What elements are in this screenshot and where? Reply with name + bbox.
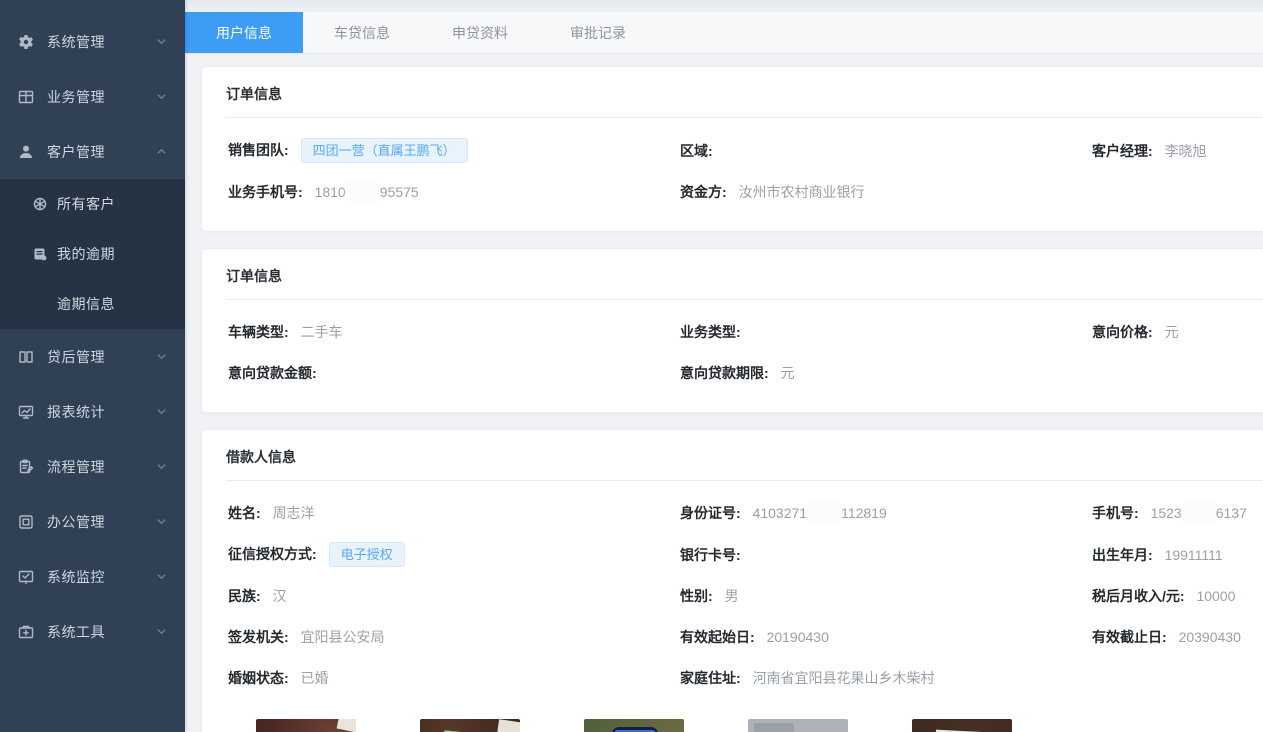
business-type-field: 业务类型: (680, 322, 1092, 342)
card-title: 借款人信息 (226, 430, 1263, 481)
account-manager-field: 客户经理: 李晓旭 (1092, 141, 1263, 161)
sales-team-field: 销售团队: 四团一营（直属王鹏飞） (228, 138, 680, 163)
gear-icon (18, 34, 34, 50)
sidebar-item-label: 客户管理 (47, 142, 156, 162)
privacy-blur-patch (1184, 505, 1214, 520)
intent-loan-amount-field: 意向贷款金额: (228, 363, 680, 383)
chevron-down-icon (156, 516, 167, 527)
overdue-doc-icon (33, 247, 47, 261)
household-register-photo[interactable] (420, 719, 520, 732)
sidebar-item-report-stats[interactable]: 报表统计 (0, 384, 185, 439)
sidebar-item-label: 业务管理 (47, 87, 156, 107)
sidebar-item-label: 系统工具 (47, 622, 156, 642)
card-title: 订单信息 (226, 249, 1263, 300)
valid-from-field: 有效起始日: 20190430 (680, 627, 1092, 647)
sidebar-item-label: 逾期信息 (57, 294, 167, 314)
document-photos-row: 身份证照 户口本照片 授权二维码 (228, 707, 1263, 732)
book-icon (18, 349, 34, 365)
credit-auth-tag: 电子授权 (329, 542, 405, 567)
business-phone-field: 业务手机号: 181095575 (228, 182, 680, 202)
mobile-field: 手机号: 15236137 (1092, 503, 1263, 523)
tab-user-info[interactable]: 用户信息 (185, 12, 303, 53)
monthly-income-field: 税后月收入/元: 10000 (1092, 586, 1263, 606)
sales-team-tag[interactable]: 四团一营（直属王鹏飞） (301, 138, 468, 163)
sidebar-item-office-mgmt[interactable]: 办公管理 (0, 494, 185, 549)
detail-tabbar: 用户信息 车贷信息 申贷资料 审批记录 (185, 12, 1263, 54)
valid-to-field: 有效截止日: 20390430 (1092, 627, 1263, 647)
chevron-down-icon (156, 91, 167, 102)
ethnicity-field: 民族: 汉 (228, 586, 680, 606)
privacy-blur-patch (809, 505, 839, 520)
gender-field: 性别: 男 (680, 586, 1092, 606)
order-info-card: 订单信息 销售团队: 四团一营（直属王鹏飞） 区域: 客户经理: 李晓旭 (201, 66, 1263, 232)
sidebar-item-system-monitor[interactable]: 系统监控 (0, 549, 185, 604)
marital-status-field: 婚姻状态: 已婚 (228, 668, 680, 688)
sidebar-item-postloan-mgmt[interactable]: 贷后管理 (0, 329, 185, 384)
sidebar-item-label: 系统管理 (47, 32, 156, 52)
chart-monitor-icon (18, 404, 34, 420)
bank-card-field: 银行卡号: (680, 545, 1092, 565)
intent-price-field: 意向价格: 元 (1092, 322, 1263, 342)
clipboard-icon (18, 459, 34, 475)
sidebar-item-label: 我的逾期 (57, 244, 167, 264)
sidebar-item-label: 流程管理 (47, 457, 156, 477)
sidebar-item-my-overdue[interactable]: 我的逾期 (0, 229, 185, 279)
card-title: 订单信息 (226, 67, 1263, 118)
toolbox-icon (18, 624, 34, 640)
sidebar-item-system-tools[interactable]: 系统工具 (0, 604, 185, 659)
auth-qrcode-photo[interactable] (584, 719, 684, 732)
chevron-down-icon (156, 36, 167, 47)
sidebar-item-customer-mgmt[interactable]: 客户管理 (0, 124, 185, 179)
main-content: 用户信息 车贷信息 申贷资料 审批记录 订单信息 销售团队: 四团一营（直属王鹏… (185, 0, 1263, 732)
intent-loan-term-field: 意向贷款期限: 元 (680, 363, 1092, 383)
privacy-blur-patch (348, 184, 378, 199)
customer-mgmt-submenu: 所有客户 我的逾期 逾期信息 (0, 179, 185, 329)
customers-icon (33, 197, 47, 211)
sidebar-item-system-mgmt[interactable]: 系统管理 (0, 14, 185, 69)
tab-content: 订单信息 销售团队: 四团一营（直属王鹏飞） 区域: 客户经理: 李晓旭 (185, 54, 1263, 732)
tab-loan-application-docs[interactable]: 申贷资料 (421, 12, 539, 53)
sidebar-item-label: 所有客户 (57, 194, 167, 214)
loan-intent-card: 订单信息 车辆类型: 二手车 业务类型: 意向价格: 元 (201, 248, 1263, 413)
sidebar-item-all-customers[interactable]: 所有客户 (0, 179, 185, 229)
chevron-down-icon (156, 351, 167, 362)
id-number-field: 身份证号: 4103271112819 (680, 503, 1092, 523)
vehicle-type-field: 车辆类型: 二手车 (228, 322, 680, 342)
sidebar-item-business-mgmt[interactable]: 业务管理 (0, 69, 185, 124)
sidebar-item-label: 报表统计 (47, 402, 156, 422)
sidebar-item-label: 办公管理 (47, 512, 156, 532)
monitor-check-icon (18, 569, 34, 585)
home-address-field: 家庭住址: 河南省宜阳县花果山乡木柴村 (680, 668, 1092, 688)
chevron-down-icon (156, 406, 167, 417)
chevron-down-icon (156, 626, 167, 637)
birth-date-field: 出生年月: 19911111 (1092, 545, 1263, 565)
chevron-up-icon (156, 146, 167, 157)
tab-approval-records[interactable]: 审批记录 (539, 12, 657, 53)
tab-car-loan-info[interactable]: 车贷信息 (303, 12, 421, 53)
region-field: 区域: (680, 141, 1092, 161)
funder-field: 资金方: 汝州市农村商业银行 (680, 182, 1092, 202)
user-icon (18, 144, 34, 160)
id-card-photo[interactable] (256, 719, 356, 732)
sidebar: 系统管理 业务管理 客户管理 所有客户 我的逾期 逾期信息 (0, 0, 185, 732)
borrower-info-card: 借款人信息 姓名: 周志洋 身份证号: 4103271112819 手机号: 1… (201, 429, 1263, 732)
chevron-down-icon (156, 461, 167, 472)
sidebar-item-process-mgmt[interactable]: 流程管理 (0, 439, 185, 494)
name-field: 姓名: 周志洋 (228, 503, 680, 523)
grid-icon (18, 89, 34, 105)
document-photo[interactable] (912, 719, 1012, 732)
sidebar-item-label: 贷后管理 (47, 347, 156, 367)
credit-auth-field: 征信授权方式: 电子授权 (228, 542, 680, 567)
top-band (185, 0, 1263, 12)
chevron-down-icon (156, 571, 167, 582)
person-car-photo[interactable] (748, 719, 848, 732)
office-icon (18, 514, 34, 530)
sidebar-item-overdue-info[interactable]: 逾期信息 (0, 279, 185, 329)
issuing-authority-field: 签发机关: 宜阳县公安局 (228, 627, 680, 647)
sidebar-item-label: 系统监控 (47, 567, 156, 587)
